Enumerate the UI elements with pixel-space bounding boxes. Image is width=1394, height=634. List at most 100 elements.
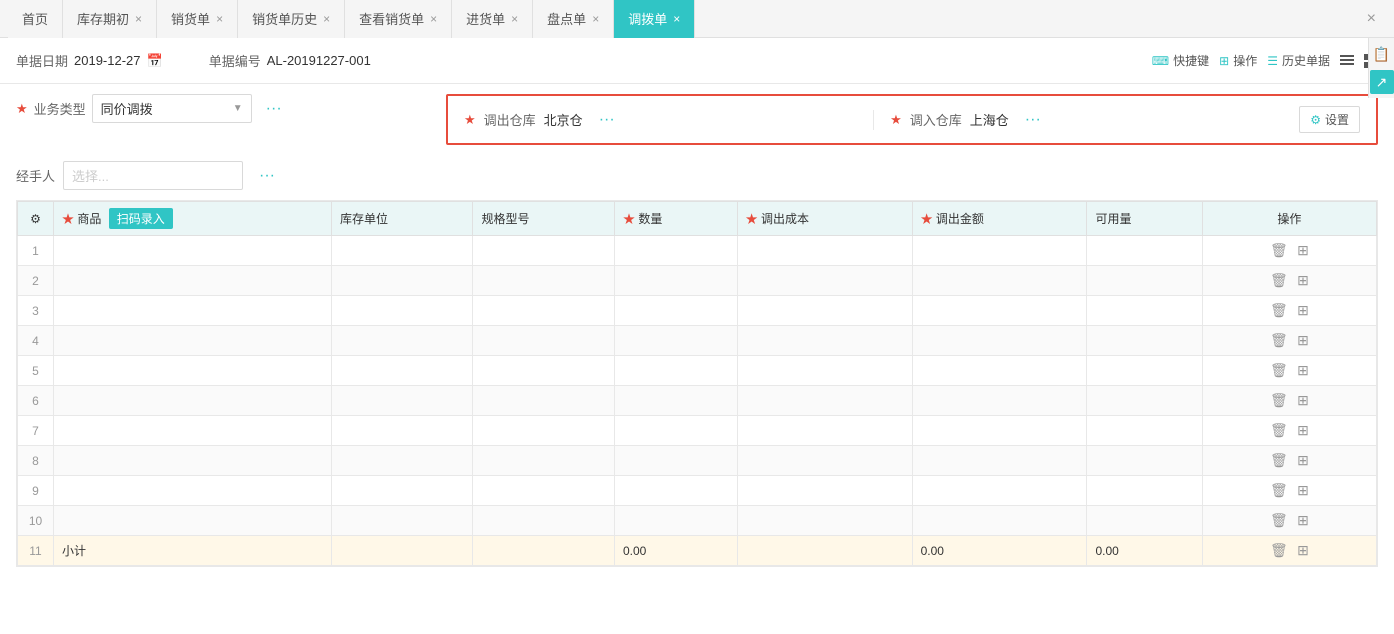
delete-icon-8[interactable]: 🗑 [1270, 452, 1288, 468]
row-10-product[interactable] [54, 506, 332, 536]
delete-icon-5[interactable]: 🗑 [1270, 362, 1288, 378]
tab-sales-order-close[interactable]: × [216, 12, 223, 26]
copy-icon-4[interactable]: ⊞ [1297, 332, 1309, 348]
tab-inventory-check[interactable]: 盘点单 × [533, 0, 614, 38]
tab-purchase[interactable]: 进货单 × [452, 0, 533, 38]
row-5-cost[interactable] [737, 356, 912, 386]
row-11-product[interactable]: 小计 [54, 536, 332, 566]
copy-icon-1[interactable]: ⊞ [1297, 242, 1309, 258]
row-11-amount[interactable]: 0.00 [912, 536, 1087, 566]
row-1-amount[interactable] [912, 236, 1087, 266]
row-2-product[interactable] [54, 266, 332, 296]
row-8-spec[interactable] [473, 446, 614, 476]
tab-purchase-close[interactable]: × [511, 12, 518, 26]
row-2-qty[interactable] [614, 266, 737, 296]
row-8-product[interactable] [54, 446, 332, 476]
copy-icon-10[interactable]: ⊞ [1297, 512, 1309, 528]
row-9-unit[interactable] [331, 476, 472, 506]
handler-select[interactable]: 选择... [63, 161, 243, 190]
row-4-product[interactable] [54, 326, 332, 356]
row-2-cost[interactable] [737, 266, 912, 296]
business-type-select[interactable]: 同价调拨 ▼ [92, 94, 252, 123]
row-4-unit[interactable] [331, 326, 472, 356]
tab-home[interactable]: 首页 [8, 0, 63, 38]
row-9-cost[interactable] [737, 476, 912, 506]
layout-btn-list[interactable] [1340, 54, 1354, 68]
row-9-qty[interactable] [614, 476, 737, 506]
row-7-qty[interactable] [614, 416, 737, 446]
history-btn[interactable]: ☰ 历史单据 [1267, 52, 1330, 69]
row-4-qty[interactable] [614, 326, 737, 356]
row-7-spec[interactable] [473, 416, 614, 446]
row-10-qty[interactable] [614, 506, 737, 536]
row-10-spec[interactable] [473, 506, 614, 536]
row-7-cost[interactable] [737, 416, 912, 446]
close-all-tabs[interactable]: × [1357, 10, 1386, 28]
row-8-available[interactable] [1087, 446, 1202, 476]
row-2-available[interactable] [1087, 266, 1202, 296]
sidebar-notes-icon[interactable]: 📋 [1370, 42, 1394, 66]
row-6-available[interactable] [1087, 386, 1202, 416]
row-5-amount[interactable] [912, 356, 1087, 386]
in-warehouse-more[interactable]: ··· [1025, 111, 1041, 129]
row-10-available[interactable] [1087, 506, 1202, 536]
tab-inventory-check-close[interactable]: × [592, 12, 599, 26]
handler-more[interactable]: ··· [259, 167, 275, 185]
out-warehouse-value[interactable]: 北京仓 [544, 110, 583, 129]
row-3-amount[interactable] [912, 296, 1087, 326]
copy-icon-8[interactable]: ⊞ [1297, 452, 1309, 468]
delete-icon-6[interactable]: 🗑 [1270, 392, 1288, 408]
operations-btn[interactable]: ⊞ 操作 [1219, 52, 1257, 69]
row-9-available[interactable] [1087, 476, 1202, 506]
row-8-qty[interactable] [614, 446, 737, 476]
row-4-spec[interactable] [473, 326, 614, 356]
row-9-product[interactable] [54, 476, 332, 506]
row-10-amount[interactable] [912, 506, 1087, 536]
delete-icon-11[interactable]: 🗑 [1270, 542, 1288, 558]
row-6-qty[interactable] [614, 386, 737, 416]
copy-icon-9[interactable]: ⊞ [1297, 482, 1309, 498]
tab-sales-history-close[interactable]: × [323, 12, 330, 26]
table-scroll[interactable]: ⚙ ★ 商品 扫码录入 库存单位 规格型号 ★ 数量 ★ 调 [17, 201, 1377, 566]
scan-button[interactable]: 扫码录入 [109, 208, 173, 229]
in-warehouse-value[interactable]: 上海仓 [970, 110, 1009, 129]
shortcuts-btn[interactable]: ⌨ 快捷键 [1152, 52, 1209, 69]
row-7-amount[interactable] [912, 416, 1087, 446]
tab-view-sales[interactable]: 查看销货单 × [345, 0, 452, 38]
row-1-product[interactable] [54, 236, 332, 266]
row-7-available[interactable] [1087, 416, 1202, 446]
out-warehouse-more[interactable]: ··· [599, 111, 615, 129]
row-1-available[interactable] [1087, 236, 1202, 266]
row-6-unit[interactable] [331, 386, 472, 416]
tab-sales-history[interactable]: 销货单历史 × [238, 0, 345, 38]
row-4-cost[interactable] [737, 326, 912, 356]
row-11-qty[interactable]: 0.00 [614, 536, 737, 566]
row-5-available[interactable] [1087, 356, 1202, 386]
delete-icon-2[interactable]: 🗑 [1270, 272, 1288, 288]
business-type-more[interactable]: ··· [266, 100, 282, 118]
tab-inventory-init[interactable]: 库存期初 × [63, 0, 157, 38]
copy-icon-7[interactable]: ⊞ [1297, 422, 1309, 438]
row-8-cost[interactable] [737, 446, 912, 476]
row-8-amount[interactable] [912, 446, 1087, 476]
delete-icon-3[interactable]: 🗑 [1270, 302, 1288, 318]
row-11-available[interactable]: 0.00 [1087, 536, 1202, 566]
copy-icon-6[interactable]: ⊞ [1297, 392, 1309, 408]
delete-icon-7[interactable]: 🗑 [1270, 422, 1288, 438]
row-1-cost[interactable] [737, 236, 912, 266]
copy-icon-3[interactable]: ⊞ [1297, 302, 1309, 318]
row-8-unit[interactable] [331, 446, 472, 476]
copy-icon-5[interactable]: ⊞ [1297, 362, 1309, 378]
row-9-amount[interactable] [912, 476, 1087, 506]
sidebar-expand-icon[interactable]: ↗ [1370, 70, 1394, 94]
tab-transfer[interactable]: 调拨单 × [614, 0, 695, 38]
tab-sales-order[interactable]: 销货单 × [157, 0, 238, 38]
row-11-spec[interactable] [473, 536, 614, 566]
tab-view-sales-close[interactable]: × [430, 12, 437, 26]
row-5-spec[interactable] [473, 356, 614, 386]
copy-icon-11[interactable]: ⊞ [1297, 542, 1309, 558]
delete-icon-10[interactable]: 🗑 [1270, 512, 1288, 528]
row-3-spec[interactable] [473, 296, 614, 326]
row-1-spec[interactable] [473, 236, 614, 266]
row-11-unit[interactable] [331, 536, 472, 566]
